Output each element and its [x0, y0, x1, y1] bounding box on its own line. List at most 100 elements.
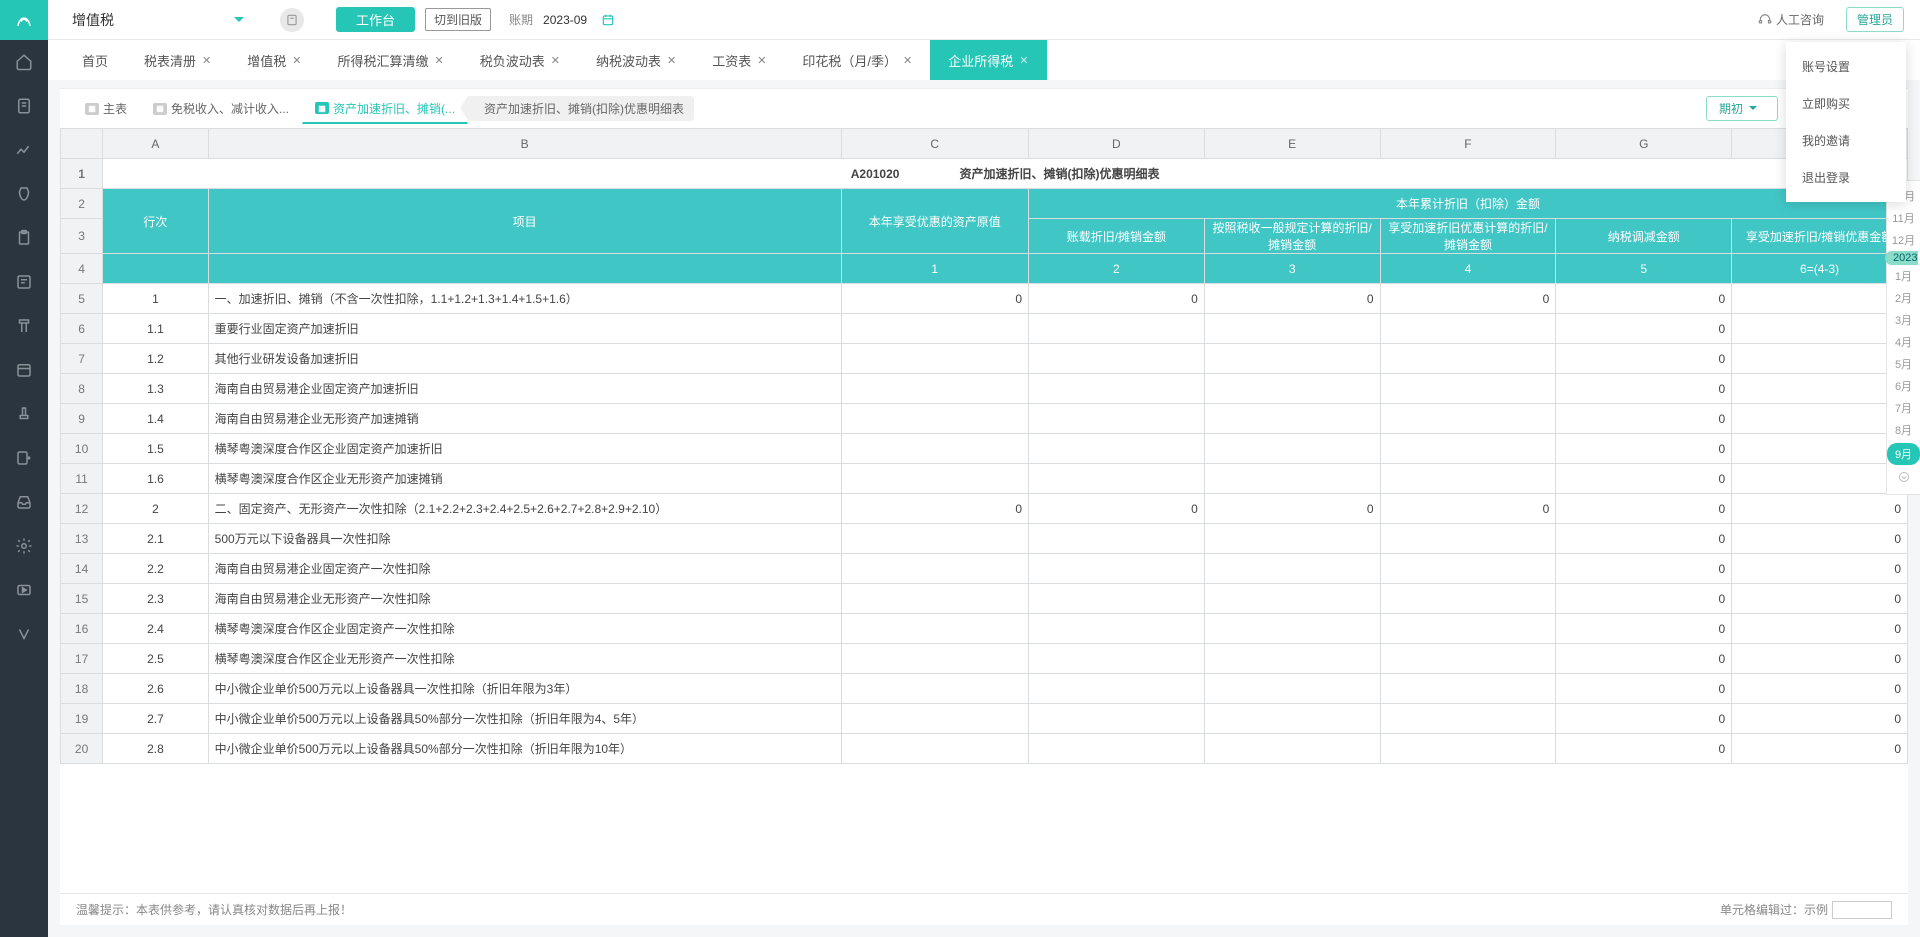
cell[interactable]: [1380, 614, 1556, 644]
row-head[interactable]: 12: [61, 494, 103, 524]
cell[interactable]: [1380, 734, 1556, 764]
cell[interactable]: [1029, 434, 1205, 464]
subtab-exempt[interactable]: ▦免税收入、减计收入...: [140, 94, 302, 124]
cell[interactable]: [1029, 584, 1205, 614]
nav-v[interactable]: [0, 612, 48, 656]
cell[interactable]: 横琴粤澳深度合作区企业固定资产加速折旧: [208, 434, 841, 464]
row-head[interactable]: 14: [61, 554, 103, 584]
row-head[interactable]: 18: [61, 674, 103, 704]
cell[interactable]: 0: [1732, 644, 1908, 674]
cell[interactable]: [841, 734, 1029, 764]
col-head[interactable]: F: [1380, 129, 1556, 159]
cell[interactable]: 0: [1732, 344, 1908, 374]
nav-export[interactable]: [0, 436, 48, 480]
col-head[interactable]: E: [1204, 129, 1380, 159]
tab-1[interactable]: 税表清册✕: [126, 40, 229, 80]
nav-tax[interactable]: [0, 304, 48, 348]
cell[interactable]: 0: [1732, 494, 1908, 524]
month-item[interactable]: 4月: [1887, 331, 1920, 353]
cell[interactable]: [1380, 464, 1556, 494]
chevron-down-icon[interactable]: [1894, 467, 1914, 490]
row-head[interactable]: 20: [61, 734, 103, 764]
tab-7[interactable]: 印花税（月/季）✕: [784, 40, 930, 80]
cell[interactable]: 0: [1556, 344, 1732, 374]
cell[interactable]: 0: [1380, 494, 1556, 524]
row-head[interactable]: 7: [61, 344, 103, 374]
cell[interactable]: 0: [1732, 584, 1908, 614]
cell[interactable]: 横琴粤澳深度合作区企业无形资产一次性扣除: [208, 644, 841, 674]
row-head[interactable]: 2: [61, 189, 103, 219]
workbench-button[interactable]: 工作台: [336, 7, 415, 32]
row-head[interactable]: 9: [61, 404, 103, 434]
row-head[interactable]: 15: [61, 584, 103, 614]
cell[interactable]: [841, 344, 1029, 374]
close-icon[interactable]: ✕: [292, 54, 301, 67]
cell[interactable]: 1: [103, 284, 208, 314]
row-head[interactable]: 13: [61, 524, 103, 554]
cell[interactable]: [1204, 464, 1380, 494]
col-head[interactable]: [61, 129, 103, 159]
row-head[interactable]: 3: [61, 219, 103, 254]
row-head[interactable]: 19: [61, 704, 103, 734]
cell[interactable]: [1380, 344, 1556, 374]
cell[interactable]: 2.2: [103, 554, 208, 584]
cell[interactable]: 横琴粤澳深度合作区企业无形资产加速摊销: [208, 464, 841, 494]
cell[interactable]: 中小微企业单价500万元以上设备器具一次性扣除（折旧年限为3年）: [208, 674, 841, 704]
col-head[interactable]: D: [1029, 129, 1205, 159]
close-icon[interactable]: ✕: [667, 54, 676, 67]
cell[interactable]: 0: [1732, 734, 1908, 764]
admin-button[interactable]: 管理员: [1846, 7, 1904, 32]
cell[interactable]: 0: [1556, 524, 1732, 554]
cell[interactable]: 1.1: [103, 314, 208, 344]
nav-inbox[interactable]: [0, 480, 48, 524]
row-head[interactable]: 1: [61, 159, 103, 189]
cell[interactable]: [1380, 404, 1556, 434]
cell[interactable]: 2.8: [103, 734, 208, 764]
cell[interactable]: [1204, 614, 1380, 644]
cell[interactable]: [1204, 704, 1380, 734]
close-icon[interactable]: ✕: [435, 54, 444, 67]
grid-table[interactable]: ABCDEFGH 1A201020资产加速折旧、摊销(扣除)优惠明细表2行次项目…: [60, 128, 1908, 764]
row-head[interactable]: 11: [61, 464, 103, 494]
cell[interactable]: 2: [103, 494, 208, 524]
cell[interactable]: 0: [1556, 494, 1732, 524]
nav-settings[interactable]: [0, 524, 48, 568]
month-item[interactable]: 7月: [1887, 397, 1920, 419]
month-prev[interactable]: 12月: [1887, 229, 1920, 251]
tab-2[interactable]: 增值税✕: [229, 40, 319, 80]
cell[interactable]: [1029, 614, 1205, 644]
cell[interactable]: 0: [841, 494, 1029, 524]
chevron-down-icon[interactable]: [234, 17, 244, 27]
cell[interactable]: 二、固定资产、无形资产一次性扣除（2.1+2.2+2.3+2.4+2.5+2.6…: [208, 494, 841, 524]
cell[interactable]: [1029, 704, 1205, 734]
cell[interactable]: 0: [1029, 494, 1205, 524]
cell[interactable]: [1380, 434, 1556, 464]
history-button[interactable]: [280, 8, 304, 32]
cell[interactable]: 0: [1556, 584, 1732, 614]
cell[interactable]: [841, 464, 1029, 494]
module-title[interactable]: 增值税: [72, 10, 114, 30]
cell[interactable]: 0: [1732, 464, 1908, 494]
close-icon[interactable]: ✕: [202, 54, 211, 67]
period-dropdown[interactable]: 期初: [1706, 96, 1778, 121]
calendar-icon[interactable]: [601, 13, 615, 27]
cell[interactable]: 0: [1380, 284, 1556, 314]
cell[interactable]: 海南自由贸易港企业无形资产加速摊销: [208, 404, 841, 434]
nav-chart[interactable]: [0, 128, 48, 172]
cell[interactable]: 0: [1556, 434, 1732, 464]
cell[interactable]: [1204, 314, 1380, 344]
cell[interactable]: 0: [1556, 704, 1732, 734]
row-head[interactable]: 10: [61, 434, 103, 464]
cell[interactable]: [1380, 644, 1556, 674]
cell[interactable]: [841, 614, 1029, 644]
cell[interactable]: [1380, 524, 1556, 554]
row-head[interactable]: 6: [61, 314, 103, 344]
tab-3[interactable]: 所得税汇算清缴✕: [319, 40, 461, 80]
col-head[interactable]: B: [208, 129, 841, 159]
nav-calendar[interactable]: [0, 348, 48, 392]
cell[interactable]: 0: [1556, 284, 1732, 314]
close-icon[interactable]: ✕: [757, 54, 766, 67]
cell[interactable]: [1380, 674, 1556, 704]
cell[interactable]: [1380, 554, 1556, 584]
cell[interactable]: [1029, 644, 1205, 674]
